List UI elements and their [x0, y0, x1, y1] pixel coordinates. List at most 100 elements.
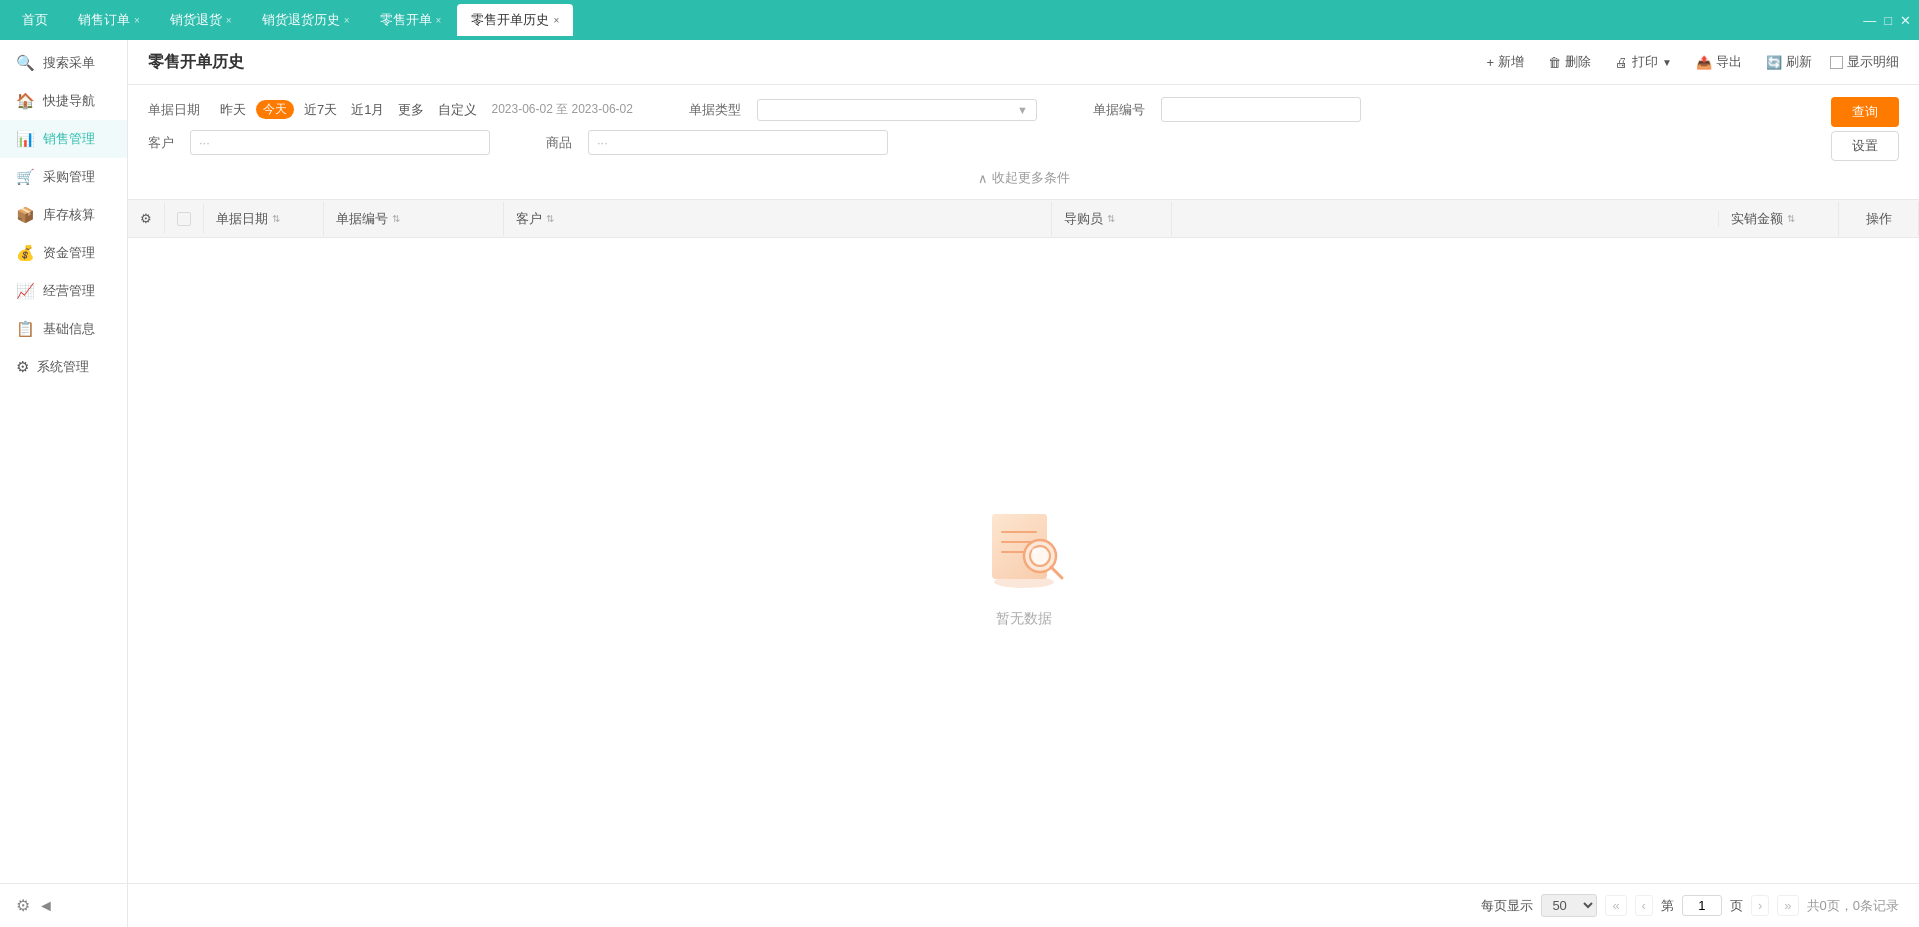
col-amount-sort-icon: ⇅ — [1787, 213, 1795, 224]
bill-type-select[interactable]: ▼ — [757, 99, 1037, 121]
product-placeholder: ··· — [597, 135, 879, 150]
sidebar-label-7: 基础信息 — [43, 320, 95, 338]
date-options: 昨天 今天 近7天 近1月 更多 自定义 2023-06-02 至 2023-0… — [216, 99, 633, 121]
sidebar-item-7[interactable]: 📋基础信息 — [0, 310, 127, 348]
sidebar-item-8[interactable]: ⚙系统管理 — [0, 348, 127, 386]
col-date[interactable]: 单据日期 ⇅ — [204, 202, 324, 236]
tab-label: 首页 — [22, 11, 48, 29]
delete-label: 删除 — [1565, 53, 1591, 71]
tab-零售开单[interactable]: 零售开单 × — [366, 4, 456, 36]
sidebar-item-2[interactable]: 📊销售管理 — [0, 120, 127, 158]
sidebar-item-1[interactable]: 🏠快捷导航 — [0, 82, 127, 120]
last-page-button[interactable]: » — [1777, 895, 1798, 916]
tab-label: 销售订单 — [78, 11, 130, 29]
pagination: 每页显示 50 100 200 « ‹ 第 页 › » 共0页，0条记录 — [128, 883, 1919, 927]
bill-num-label: 单据编号 — [1093, 101, 1145, 119]
refresh-label: 刷新 — [1786, 53, 1812, 71]
page-title: 零售开单历史 — [148, 52, 244, 73]
customer-placeholder: ··· — [199, 135, 481, 150]
sidebar-item-5[interactable]: 💰资金管理 — [0, 234, 127, 272]
product-input[interactable]: ··· — [588, 130, 888, 155]
settings-icon[interactable]: ⚙ — [16, 896, 30, 915]
tab-close-icon[interactable]: × — [553, 15, 559, 26]
prev-page-button[interactable]: ‹ — [1635, 895, 1653, 916]
tab-list: 首页销售订单 ×销货退货 ×销货退货历史 ×零售开单 ×零售开单历史 × — [8, 0, 573, 40]
date-option-7days[interactable]: 近7天 — [300, 99, 341, 121]
col-guide[interactable]: 导购员 ⇅ — [1052, 202, 1172, 236]
export-label: 导出 — [1716, 53, 1742, 71]
filter-actions: 查询 设置 — [1831, 97, 1899, 161]
sidebar-label-3: 采购管理 — [43, 168, 95, 186]
collapse-sidebar-icon[interactable]: ◄ — [38, 897, 54, 915]
print-arrow-icon: ▼ — [1662, 57, 1672, 68]
table-gear-icon: ⚙ — [140, 211, 152, 226]
refresh-button[interactable]: 🔄 刷新 — [1760, 50, 1818, 74]
col-customer[interactable]: 客户 ⇅ — [504, 202, 1052, 236]
tab-label: 销货退货历史 — [262, 11, 340, 29]
tab-close-icon[interactable]: × — [226, 15, 232, 26]
bill-num-input[interactable] — [1161, 97, 1361, 122]
sidebar-item-6[interactable]: 📈经营管理 — [0, 272, 127, 310]
export-button[interactable]: 📤 导出 — [1690, 50, 1748, 74]
display-detail-toggle[interactable]: 显示明细 — [1830, 53, 1899, 71]
per-page-label: 每页显示 — [1481, 897, 1533, 915]
collapse-more-button[interactable]: ∧ 收起更多条件 — [148, 165, 1899, 191]
sidebar-label-5: 资金管理 — [43, 244, 95, 262]
filter-settings-button[interactable]: 设置 — [1831, 131, 1899, 161]
col-amount[interactable]: 实销金额 ⇅ — [1719, 202, 1839, 236]
tab-销售订单[interactable]: 销售订单 × — [64, 4, 154, 36]
tab-首页[interactable]: 首页 — [8, 4, 62, 36]
sidebar-icon-3: 🛒 — [16, 168, 35, 186]
main-layout: 🔍搜索采单🏠快捷导航📊销售管理 🛒 采购管理 📦库存核算💰资金管理📈经营管理📋基础信息… — [0, 40, 1919, 927]
first-page-button[interactable]: « — [1605, 895, 1626, 916]
page-header: 零售开单历史 + 新增 🗑 删除 🖨 打印 ▼ 📤 导出 — [128, 40, 1919, 85]
per-page-select[interactable]: 50 100 200 — [1541, 894, 1597, 917]
sidebar-icon-4: 📦 — [16, 206, 35, 224]
date-option-custom[interactable]: 自定义 — [434, 99, 481, 121]
col-extra — [1172, 211, 1720, 227]
minimize-btn[interactable]: — — [1863, 13, 1876, 28]
tab-销货退货历史[interactable]: 销货退货历史 × — [248, 4, 364, 36]
total-info: 共0页，0条记录 — [1807, 897, 1899, 915]
col-date-sort-icon: ⇅ — [272, 213, 280, 224]
sidebar-nav: 🔍搜索采单🏠快捷导航📊销售管理 🛒 采购管理 📦库存核算💰资金管理📈经营管理📋基础信息… — [0, 40, 127, 390]
table-settings-icon-col[interactable]: ⚙ — [128, 203, 165, 234]
date-range-text: 2023-06-02 至 2023-06-02 — [491, 101, 632, 118]
close-window-btn[interactable]: ✕ — [1900, 13, 1911, 28]
filter-area: 单据日期 昨天 今天 近7天 近1月 更多 自定义 2023-06-02 至 2… — [128, 85, 1919, 200]
query-button[interactable]: 查询 — [1831, 97, 1899, 127]
col-customer-sort-icon: ⇅ — [546, 213, 554, 224]
col-amount-label: 实销金额 — [1731, 210, 1783, 228]
table-select-all-col[interactable] — [165, 204, 204, 234]
page-number-input[interactable] — [1682, 895, 1722, 916]
empty-text: 暂无数据 — [996, 610, 1052, 628]
tab-close-icon[interactable]: × — [344, 15, 350, 26]
select-all-checkbox[interactable] — [177, 212, 191, 226]
display-detail-label: 显示明细 — [1847, 53, 1899, 71]
col-num[interactable]: 单据编号 ⇅ — [324, 202, 504, 236]
next-page-button[interactable]: › — [1751, 895, 1769, 916]
customer-input[interactable]: ··· — [190, 130, 490, 155]
maximize-btn[interactable]: □ — [1884, 13, 1892, 28]
tab-零售开单历史[interactable]: 零售开单历史 × — [457, 4, 573, 36]
tab-label: 零售开单 — [380, 11, 432, 29]
sidebar-item-4[interactable]: 📦库存核算 — [0, 196, 127, 234]
date-option-1month[interactable]: 近1月 — [347, 99, 388, 121]
empty-state: 暂无数据 — [128, 238, 1919, 883]
sidebar-item-0[interactable]: 🔍搜索采单 — [0, 44, 127, 82]
print-button[interactable]: 🖨 打印 ▼ — [1609, 50, 1678, 74]
col-num-label: 单据编号 — [336, 210, 388, 228]
delete-button[interactable]: 🗑 删除 — [1542, 50, 1597, 74]
sidebar-icon-1: 🏠 — [16, 92, 35, 110]
date-option-yesterday[interactable]: 昨天 — [216, 99, 250, 121]
sidebar-item-3[interactable]: 🛒 采购管理 — [0, 158, 127, 196]
tab-销货退货[interactable]: 销货退货 × — [156, 4, 246, 36]
date-option-more[interactable]: 更多 — [394, 99, 428, 121]
display-checkbox[interactable] — [1830, 56, 1843, 69]
add-button[interactable]: + 新增 — [1481, 50, 1531, 74]
tab-close-icon[interactable]: × — [134, 15, 140, 26]
date-option-today[interactable]: 今天 — [256, 100, 294, 119]
tab-close-icon[interactable]: × — [436, 15, 442, 26]
customer-filter-label: 客户 — [148, 134, 174, 152]
col-ops-label: 操作 — [1866, 210, 1892, 228]
